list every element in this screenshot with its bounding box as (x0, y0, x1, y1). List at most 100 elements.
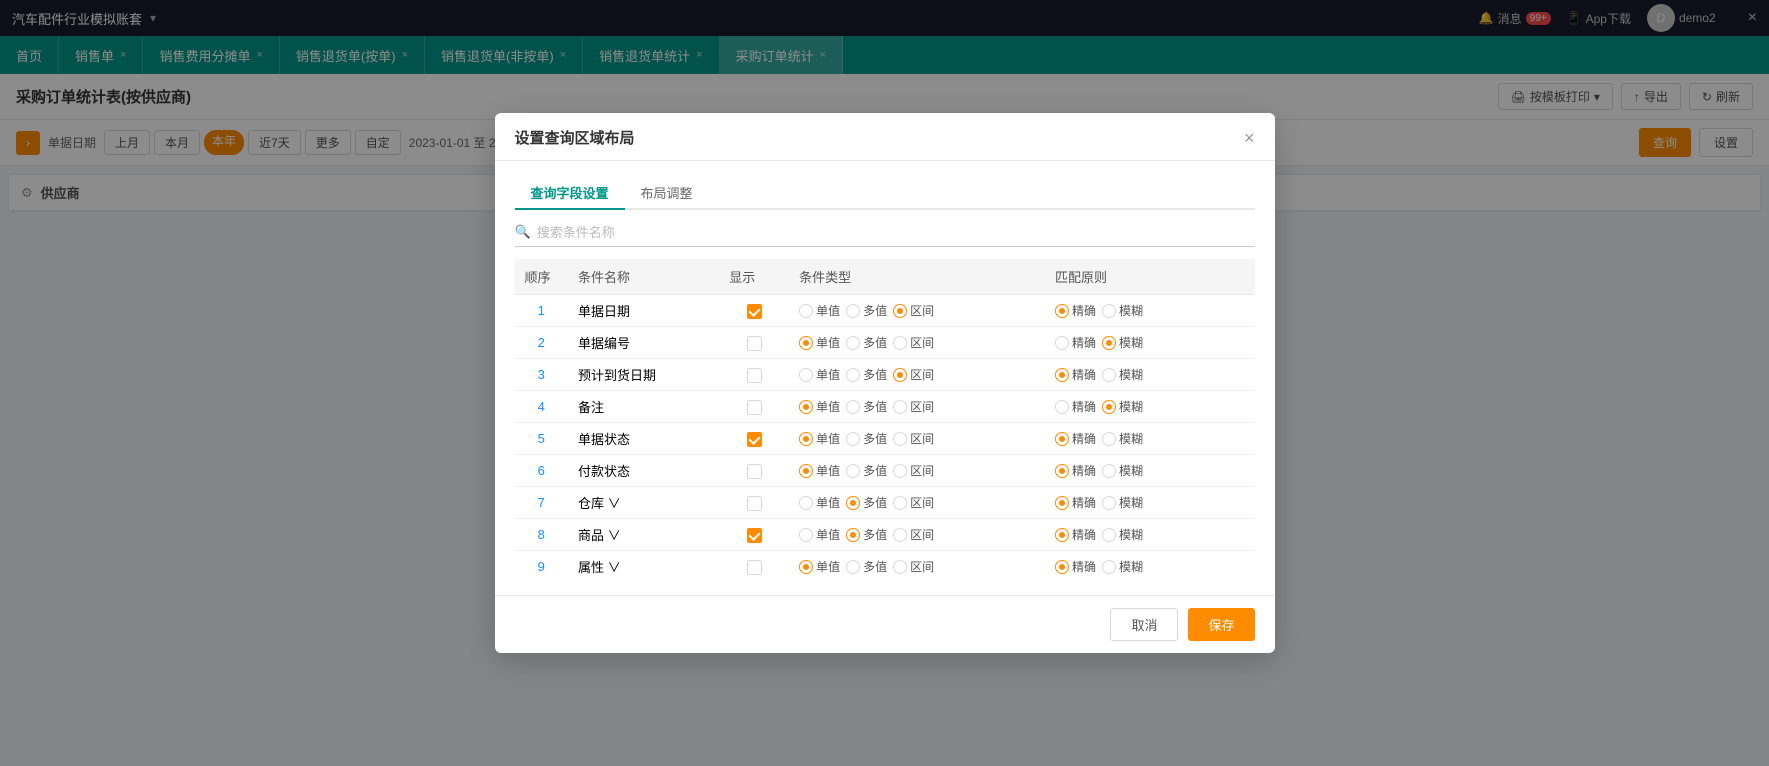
type-radio[interactable] (799, 496, 813, 510)
match-radio[interactable] (1055, 304, 1069, 318)
type-radio-option[interactable]: 单值 (799, 302, 840, 319)
type-radio[interactable] (893, 400, 907, 414)
cell-display[interactable] (719, 519, 789, 551)
type-radio[interactable] (893, 496, 907, 510)
save-btn[interactable]: 保存 (1188, 608, 1254, 641)
cell-display[interactable] (719, 327, 789, 359)
cell-display[interactable] (719, 295, 789, 327)
type-radio-option[interactable]: 多值 (846, 494, 887, 511)
type-radio[interactable] (846, 432, 860, 446)
match-radio[interactable] (1055, 432, 1069, 446)
match-radio[interactable] (1055, 400, 1069, 414)
match-radio[interactable] (1055, 528, 1069, 542)
type-radio[interactable] (893, 560, 907, 574)
type-radio[interactable] (799, 464, 813, 478)
type-radio-option[interactable]: 区间 (893, 366, 934, 383)
type-radio-option[interactable]: 区间 (893, 462, 934, 479)
type-radio[interactable] (846, 496, 860, 510)
type-radio[interactable] (799, 400, 813, 414)
type-radio-option[interactable]: 多值 (846, 302, 887, 319)
type-radio-option[interactable]: 单值 (799, 526, 840, 543)
match-radio[interactable] (1055, 560, 1069, 574)
type-radio-option[interactable]: 区间 (893, 558, 934, 575)
match-radio[interactable] (1102, 400, 1116, 414)
match-radio[interactable] (1102, 304, 1116, 318)
type-radio-option[interactable]: 多值 (846, 526, 887, 543)
match-radio-option[interactable]: 精确 (1055, 430, 1096, 447)
cell-display[interactable] (719, 551, 789, 580)
type-radio-option[interactable]: 多值 (846, 430, 887, 447)
display-checkbox[interactable] (747, 304, 762, 319)
match-radio-option[interactable]: 模糊 (1102, 334, 1143, 351)
match-radio-option[interactable]: 模糊 (1102, 398, 1143, 415)
type-radio[interactable] (799, 368, 813, 382)
match-radio[interactable] (1102, 432, 1116, 446)
type-radio-option[interactable]: 单值 (799, 366, 840, 383)
match-radio[interactable] (1102, 368, 1116, 382)
match-radio-option[interactable]: 精确 (1055, 302, 1096, 319)
type-radio[interactable] (799, 432, 813, 446)
type-radio[interactable] (893, 432, 907, 446)
type-radio[interactable] (846, 560, 860, 574)
type-radio-option[interactable]: 区间 (893, 398, 934, 415)
display-checkbox[interactable] (747, 560, 762, 575)
type-radio-option[interactable]: 区间 (893, 430, 934, 447)
type-radio-option[interactable]: 区间 (893, 334, 934, 351)
type-radio[interactable] (799, 336, 813, 350)
match-radio[interactable] (1055, 496, 1069, 510)
type-radio-option[interactable]: 单值 (799, 494, 840, 511)
match-radio[interactable] (1055, 368, 1069, 382)
cell-display[interactable] (719, 423, 789, 455)
type-radio-option[interactable]: 区间 (893, 302, 934, 319)
match-radio-option[interactable]: 精确 (1055, 398, 1096, 415)
type-radio[interactable] (846, 368, 860, 382)
type-radio[interactable] (893, 528, 907, 542)
type-radio[interactable] (846, 464, 860, 478)
match-radio-option[interactable]: 模糊 (1102, 462, 1143, 479)
type-radio-option[interactable]: 多值 (846, 462, 887, 479)
type-radio-option[interactable]: 区间 (893, 526, 934, 543)
match-radio[interactable] (1055, 464, 1069, 478)
type-radio[interactable] (799, 304, 813, 318)
type-radio[interactable] (893, 304, 907, 318)
dialog-close-btn[interactable]: × (1244, 129, 1255, 147)
type-radio-option[interactable]: 区间 (893, 494, 934, 511)
type-radio[interactable] (799, 560, 813, 574)
match-radio-option[interactable]: 精确 (1055, 334, 1096, 351)
type-radio-option[interactable]: 多值 (846, 558, 887, 575)
match-radio-option[interactable]: 精确 (1055, 558, 1096, 575)
type-radio-option[interactable]: 多值 (846, 334, 887, 351)
match-radio[interactable] (1102, 528, 1116, 542)
type-radio[interactable] (893, 336, 907, 350)
display-checkbox[interactable] (747, 464, 762, 479)
match-radio-option[interactable]: 模糊 (1102, 558, 1143, 575)
type-radio[interactable] (846, 304, 860, 318)
match-radio[interactable] (1102, 496, 1116, 510)
type-radio[interactable] (799, 528, 813, 542)
dialog-tab-layout[interactable]: 布局调整 (625, 177, 709, 210)
match-radio-option[interactable]: 精确 (1055, 366, 1096, 383)
type-radio-option[interactable]: 多值 (846, 398, 887, 415)
match-radio-option[interactable]: 模糊 (1102, 494, 1143, 511)
cancel-btn[interactable]: 取消 (1110, 608, 1178, 641)
match-radio[interactable] (1055, 336, 1069, 350)
match-radio-option[interactable]: 模糊 (1102, 302, 1143, 319)
type-radio[interactable] (846, 400, 860, 414)
type-radio[interactable] (893, 464, 907, 478)
search-input[interactable] (537, 225, 717, 240)
type-radio[interactable] (846, 528, 860, 542)
match-radio-option[interactable]: 模糊 (1102, 526, 1143, 543)
match-radio[interactable] (1102, 560, 1116, 574)
type-radio-option[interactable]: 单值 (799, 334, 840, 351)
type-radio-option[interactable]: 单值 (799, 398, 840, 415)
match-radio-option[interactable]: 模糊 (1102, 366, 1143, 383)
cell-display[interactable] (719, 391, 789, 423)
display-checkbox[interactable] (747, 368, 762, 383)
display-checkbox[interactable] (747, 400, 762, 415)
type-radio-option[interactable]: 单值 (799, 558, 840, 575)
cell-display[interactable] (719, 455, 789, 487)
display-checkbox[interactable] (747, 496, 762, 511)
cell-display[interactable] (719, 487, 789, 519)
type-radio[interactable] (893, 368, 907, 382)
match-radio-option[interactable]: 精确 (1055, 462, 1096, 479)
